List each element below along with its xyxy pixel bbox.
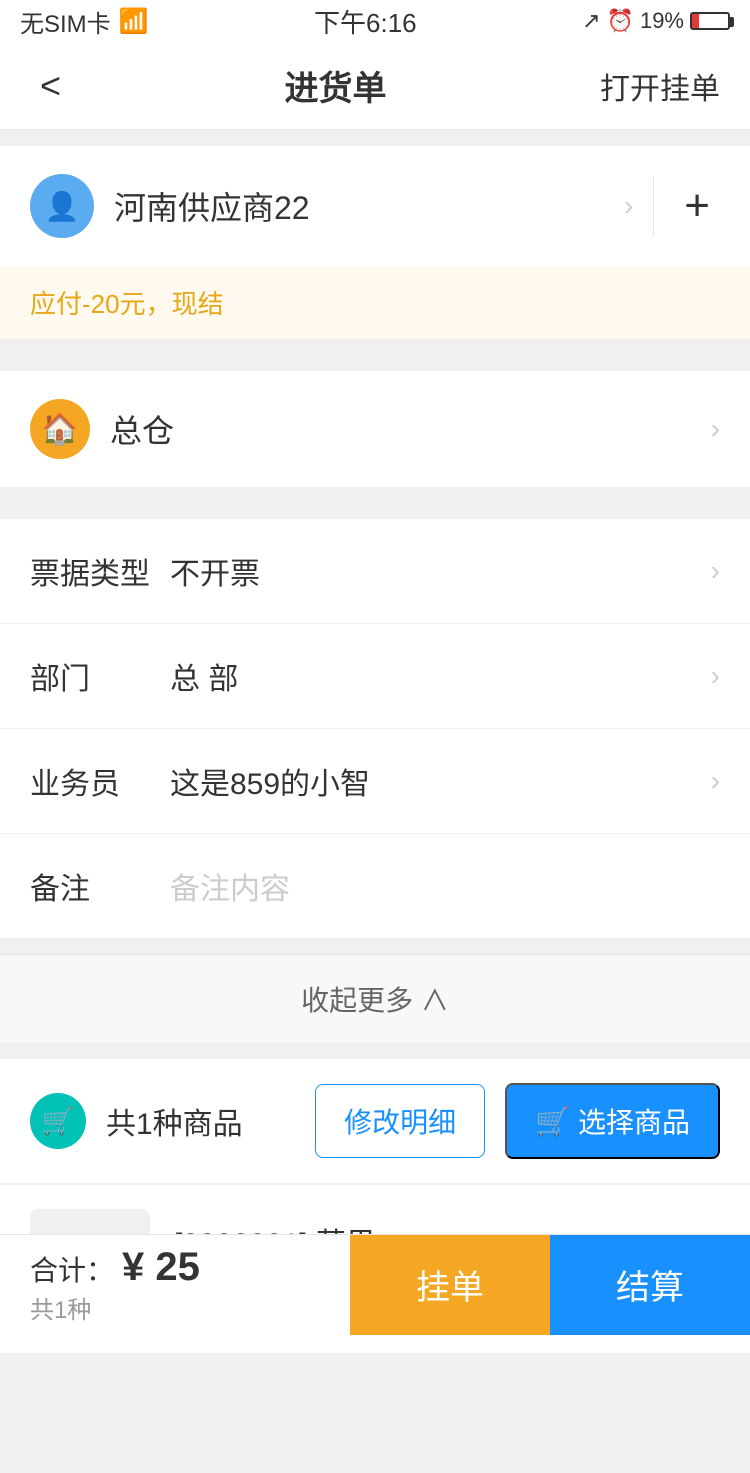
warehouse-row: 🏠 总仓 › <box>30 371 720 487</box>
products-header: 🛒 共1种商品 修改明细 🛒 选择商品 <box>0 1059 750 1183</box>
settle-label: 结算 <box>616 1260 684 1309</box>
warehouse-name: 总仓 <box>110 406 711 452</box>
total-row: 合计： ¥ 25 <box>30 1245 320 1290</box>
network-label: 无SIM卡 <box>20 4 111 39</box>
salesperson-row[interactable]: 业务员 这是859的小智 › <box>0 729 750 834</box>
supplier-vertical-divider <box>653 176 654 236</box>
battery-icon <box>690 12 730 30</box>
form-section: 票据类型 不开票 › 部门 总 部 › 业务员 这是859的小智 › 备注 备注… <box>0 519 750 938</box>
supplier-name: 河南供应商22 <box>114 183 624 229</box>
avatar-icon: 👤 <box>45 190 80 223</box>
select-product-button[interactable]: 🛒 选择商品 <box>505 1083 720 1159</box>
remark-value[interactable]: 备注内容 <box>150 864 720 908</box>
add-supplier-button[interactable]: + <box>674 171 720 241</box>
select-label: 选择商品 <box>578 1101 690 1141</box>
back-button[interactable]: < <box>30 55 71 117</box>
hang-button[interactable]: 挂单 <box>350 1235 550 1335</box>
invoice-type-value: 不开票 <box>150 549 711 593</box>
total-sub: 共1种 <box>30 1290 320 1325</box>
supplier-avatar: 👤 <box>30 174 94 238</box>
products-count: 共1种商品 <box>106 1099 295 1143</box>
supplier-chevron-icon: › <box>624 190 633 222</box>
department-chevron-icon: › <box>711 660 720 692</box>
edit-detail-button[interactable]: 修改明细 <box>315 1084 485 1158</box>
open-hang-button[interactable]: 打开挂单 <box>600 64 720 108</box>
supplier-row[interactable]: 👤 河南供应商22 › <box>30 146 633 266</box>
bag-icon: 🛒 <box>42 1106 74 1137</box>
collapse-label: 收起更多 ∧ <box>301 985 449 1016</box>
notice-bar: 应付-20元，现结 <box>0 266 750 339</box>
location-icon: ↗ <box>582 8 600 34</box>
notice-text: 应付-20元，现结 <box>30 289 224 319</box>
status-bar: 无SIM卡 📶 下午6:16 ↗ ⏰ 19% <box>0 0 750 42</box>
status-left: 无SIM卡 📶 <box>20 4 149 39</box>
invoice-type-row[interactable]: 票据类型 不开票 › <box>0 519 750 624</box>
settle-button[interactable]: 结算 <box>550 1235 750 1335</box>
battery-percent: 19% <box>640 8 684 34</box>
warehouse-section[interactable]: 🏠 总仓 › <box>0 371 750 487</box>
products-icon: 🛒 <box>30 1093 86 1149</box>
status-time: 下午6:16 <box>314 3 417 40</box>
status-right: ↗ ⏰ 19% <box>582 8 730 34</box>
department-label: 部门 <box>30 654 150 698</box>
total-label: 合计： <box>30 1249 114 1289</box>
nav-bar: < 进货单 打开挂单 <box>0 42 750 130</box>
remark-row[interactable]: 备注 备注内容 <box>0 834 750 938</box>
page-title: 进货单 <box>285 61 387 110</box>
salesperson-chevron-icon: › <box>711 765 720 797</box>
supplier-section: 👤 河南供应商22 › + <box>0 146 750 266</box>
department-row[interactable]: 部门 总 部 › <box>0 624 750 729</box>
invoice-type-label: 票据类型 <box>30 549 150 593</box>
salesperson-value: 这是859的小智 <box>150 759 711 803</box>
bottom-spacer <box>0 1353 750 1473</box>
divider-2 <box>0 339 750 355</box>
salesperson-label: 业务员 <box>30 759 150 803</box>
wifi-icon: 📶 <box>119 7 149 36</box>
warehouse-chevron-icon: › <box>711 413 720 445</box>
alarm-icon: ⏰ <box>607 8 634 34</box>
warehouse-icon: 🏠 <box>30 399 90 459</box>
divider-3 <box>0 487 750 503</box>
remark-label: 备注 <box>30 864 150 908</box>
divider-1 <box>0 130 750 146</box>
bottom-total: 合计： ¥ 25 共1种 <box>0 1245 350 1325</box>
collapse-button[interactable]: 收起更多 ∧ <box>0 954 750 1043</box>
house-icon: 🏠 <box>41 412 78 447</box>
select-icon: 🛒 <box>535 1105 570 1138</box>
department-value: 总 部 <box>150 654 711 698</box>
hang-label: 挂单 <box>416 1260 484 1309</box>
total-amount: ¥ 25 <box>122 1245 200 1290</box>
invoice-type-chevron-icon: › <box>711 555 720 587</box>
bottom-bar: 合计： ¥ 25 共1种 挂单 结算 <box>0 1234 750 1334</box>
